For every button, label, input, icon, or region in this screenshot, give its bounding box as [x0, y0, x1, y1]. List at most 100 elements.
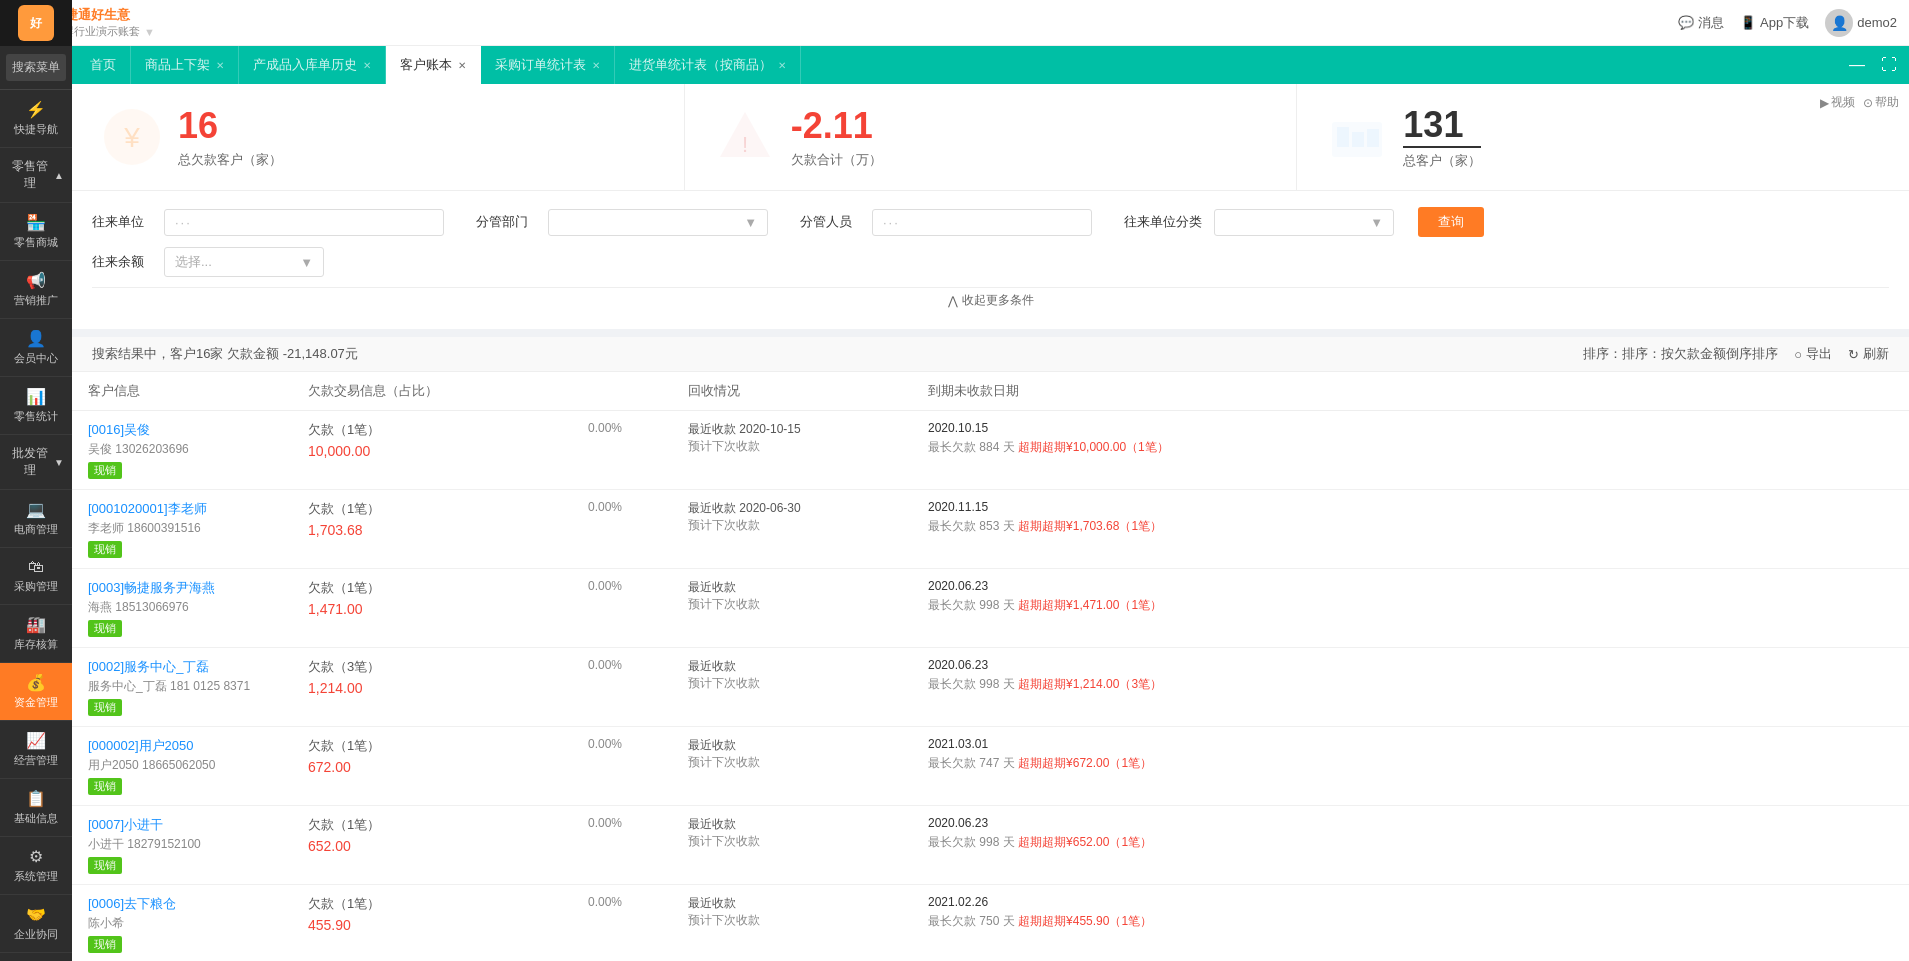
message-btn[interactable]: 💬 消息 [1678, 14, 1724, 32]
cell-due-5: 2020.06.23 最长欠款 998 天 超期超期¥652.00（1笔） [912, 806, 1909, 885]
cell-debt-ratio-6: 0.00% [572, 885, 672, 962]
search-menu-btn[interactable]: 搜索菜单 [6, 54, 66, 81]
overdue-link-5[interactable]: 超期超期¥652.00（1笔） [1018, 835, 1152, 849]
overdue-link-6[interactable]: 超期超期¥455.90（1笔） [1018, 914, 1152, 928]
sidebar-item-purchase[interactable]: 🛍 采购管理 [0, 548, 72, 605]
overdue-link-0[interactable]: 超期超期¥10,000.00（1笔） [1018, 440, 1169, 454]
overdue-link-4[interactable]: 超期超期¥672.00（1笔） [1018, 756, 1152, 770]
due-date-2: 2020.06.23 [928, 579, 1893, 593]
total-customers-icon [1327, 107, 1387, 167]
customer-name-1[interactable]: [0001020001]李老师 [88, 500, 276, 518]
sidebar-item-warehouse[interactable]: 🏭 库存核算 [0, 605, 72, 663]
cell-debt-1: 欠款（1笔） 1,703.68 [292, 490, 572, 569]
debt-count-1: 欠款（1笔） [308, 500, 556, 518]
customer-name-6[interactable]: [0006]去下粮仓 [88, 895, 276, 913]
manager-input[interactable]: ··· [872, 209, 1092, 236]
overdue-link-2[interactable]: 超期超期¥1,471.00（1笔） [1018, 598, 1162, 612]
purchase-icon: 🛍 [28, 558, 44, 576]
tab-purchase-order[interactable]: 采购订单统计表 ✕ [481, 46, 615, 84]
video-btn[interactable]: ▶ 视频 [1820, 94, 1855, 111]
collection-next-5: 预计下次收款 [688, 833, 896, 850]
video-icon: ▶ [1820, 96, 1829, 110]
sidebar-item-retail-mgmt[interactable]: 零售管理 ▲ [0, 148, 72, 203]
tab-close-product-offsale[interactable]: ✕ [216, 60, 224, 71]
cell-debt-6: 欠款（1笔） 455.90 [292, 885, 572, 962]
sidebar-item-quick-nav[interactable]: ⚡ 快捷导航 [0, 90, 72, 148]
balance-input[interactable]: 选择... ▼ [164, 247, 324, 277]
tab-close-customer-account[interactable]: ✕ [458, 60, 466, 71]
debt-amount-4[interactable]: 672.00 [308, 759, 556, 775]
sidebar-item-finance[interactable]: 💰 资金管理 [0, 663, 72, 721]
stat-card-total-customers: 131 总客户（家） ▶ 视频 ⊙ 帮助 [1297, 84, 1909, 190]
collapse-btn[interactable]: ⋀ 收起更多条件 [92, 287, 1889, 313]
tab-close-instock-stat[interactable]: ✕ [778, 60, 786, 71]
help-btn[interactable]: ⊙ 帮助 [1863, 94, 1899, 111]
sidebar-item-retail-stat[interactable]: 📊 零售统计 [0, 377, 72, 435]
debt-amount-3[interactable]: 1,214.00 [308, 680, 556, 696]
tab-collapse-btn[interactable]: — [1845, 56, 1869, 74]
dept-input[interactable]: ▼ [548, 209, 768, 236]
sidebar-item-batch-mgmt[interactable]: 批发管理 ▼ [0, 435, 72, 490]
customer-phone-4: 用户2050 18665062050 [88, 757, 276, 774]
customer-name-3[interactable]: [0002]服务中心_丁磊 [88, 658, 276, 676]
tab-bar: 首页 商品上下架 ✕ 产成品入库单历史 ✕ 客户账本 ✕ 采购订单统计表 ✕ 进… [72, 46, 1909, 84]
sidebar-item-retail-mall[interactable]: 🏪 零售商城 [0, 203, 72, 261]
tab-expand-btn[interactable]: ⛶ [1877, 56, 1901, 74]
debt-amount-value: -2.11 [791, 105, 882, 147]
collection-next-0: 预计下次收款 [688, 438, 896, 455]
member-icon: 👤 [26, 329, 46, 348]
sidebar-item-operations[interactable]: 📈 经营管理 [0, 721, 72, 779]
debt-amount-1[interactable]: 1,703.68 [308, 522, 556, 538]
sidebar-item-new-guide[interactable]: 🎯 新手引导 [0, 953, 72, 961]
tab-product-instock[interactable]: 产成品入库单历史 ✕ [239, 46, 386, 84]
overdue-info-1: 最长欠款 853 天 超期超期¥1,703.68（1笔） [928, 518, 1893, 535]
customer-tag-1: 现销 [88, 541, 122, 558]
customer-name-0[interactable]: [0016]吴俊 [88, 421, 276, 439]
cell-collection-6: 最近收款 预计下次收款 [672, 885, 912, 962]
sidebar-item-corp-coop[interactable]: 🤝 企业协同 [0, 895, 72, 953]
tab-close-product-instock[interactable]: ✕ [363, 60, 371, 71]
svg-rect-6 [1352, 132, 1364, 147]
sidebar-item-marketing[interactable]: 📢 营销推广 [0, 261, 72, 319]
customer-tag-3: 现销 [88, 699, 122, 716]
app-download-btn[interactable]: 📱 App下载 [1740, 14, 1809, 32]
debt-amount-0[interactable]: 10,000.00 [308, 443, 556, 459]
sidebar-item-system[interactable]: ⚙ 系统管理 [0, 837, 72, 895]
customer-phone-2: 海燕 18513066976 [88, 599, 276, 616]
tab-home[interactable]: 首页 [76, 46, 131, 84]
unit-category-input[interactable]: ▼ [1214, 209, 1394, 236]
debt-amount-6[interactable]: 455.90 [308, 917, 556, 933]
search-btn[interactable]: 查询 [1418, 207, 1484, 237]
debt-amount-2[interactable]: 1,471.00 [308, 601, 556, 617]
tab-close-purchase-order[interactable]: ✕ [592, 60, 600, 71]
system-icon: ⚙ [29, 847, 43, 866]
sidebar-item-ecommerce[interactable]: 💻 电商管理 [0, 490, 72, 548]
sidebar-item-basic-info[interactable]: 📋 基础信息 [0, 779, 72, 837]
refresh-btn[interactable]: ↻ 刷新 [1848, 345, 1889, 363]
tab-instock-stat[interactable]: 进货单统计表（按商品） ✕ [615, 46, 801, 84]
source-unit-input[interactable]: ··· [164, 209, 444, 236]
debt-amount-5[interactable]: 652.00 [308, 838, 556, 854]
due-date-5: 2020.06.23 [928, 816, 1893, 830]
cell-collection-5: 最近收款 预计下次收款 [672, 806, 912, 885]
manager-dots: ··· [883, 215, 900, 230]
user-profile[interactable]: 👤 demo2 [1825, 9, 1897, 37]
sort-value[interactable]: 排序：按欠款金额倒序排序 [1622, 346, 1778, 361]
dept-arrow-icon: ▼ [744, 215, 757, 230]
overdue-link-3[interactable]: 超期超期¥1,214.00（3笔） [1018, 677, 1162, 691]
customer-name-5[interactable]: [0007]小进干 [88, 816, 276, 834]
cell-customer-6: [0006]去下粮仓 陈小希 现销 [72, 885, 292, 962]
overdue-link-1[interactable]: 超期超期¥1,703.68（1笔） [1018, 519, 1162, 533]
tab-product-offsale[interactable]: 商品上下架 ✕ [131, 46, 239, 84]
debt-ratio-3: 0.00% [588, 658, 656, 672]
sidebar-item-member[interactable]: 👤 会员中心 [0, 319, 72, 377]
customer-name-4[interactable]: [000002]用户2050 [88, 737, 276, 755]
cell-customer-4: [000002]用户2050 用户2050 18665062050 现销 [72, 727, 292, 806]
due-date-0: 2020.10.15 [928, 421, 1893, 435]
export-btn[interactable]: ○ 导出 [1794, 345, 1832, 363]
total-customers-value: 131 [1403, 104, 1481, 148]
table-row: [0002]服务中心_丁磊 服务中心_丁磊 181 0125 8371 现销 欠… [72, 648, 1909, 727]
export-icon: ○ [1794, 347, 1802, 362]
tab-customer-account[interactable]: 客户账本 ✕ [386, 46, 481, 84]
customer-name-2[interactable]: [0003]畅捷服务尹海燕 [88, 579, 276, 597]
